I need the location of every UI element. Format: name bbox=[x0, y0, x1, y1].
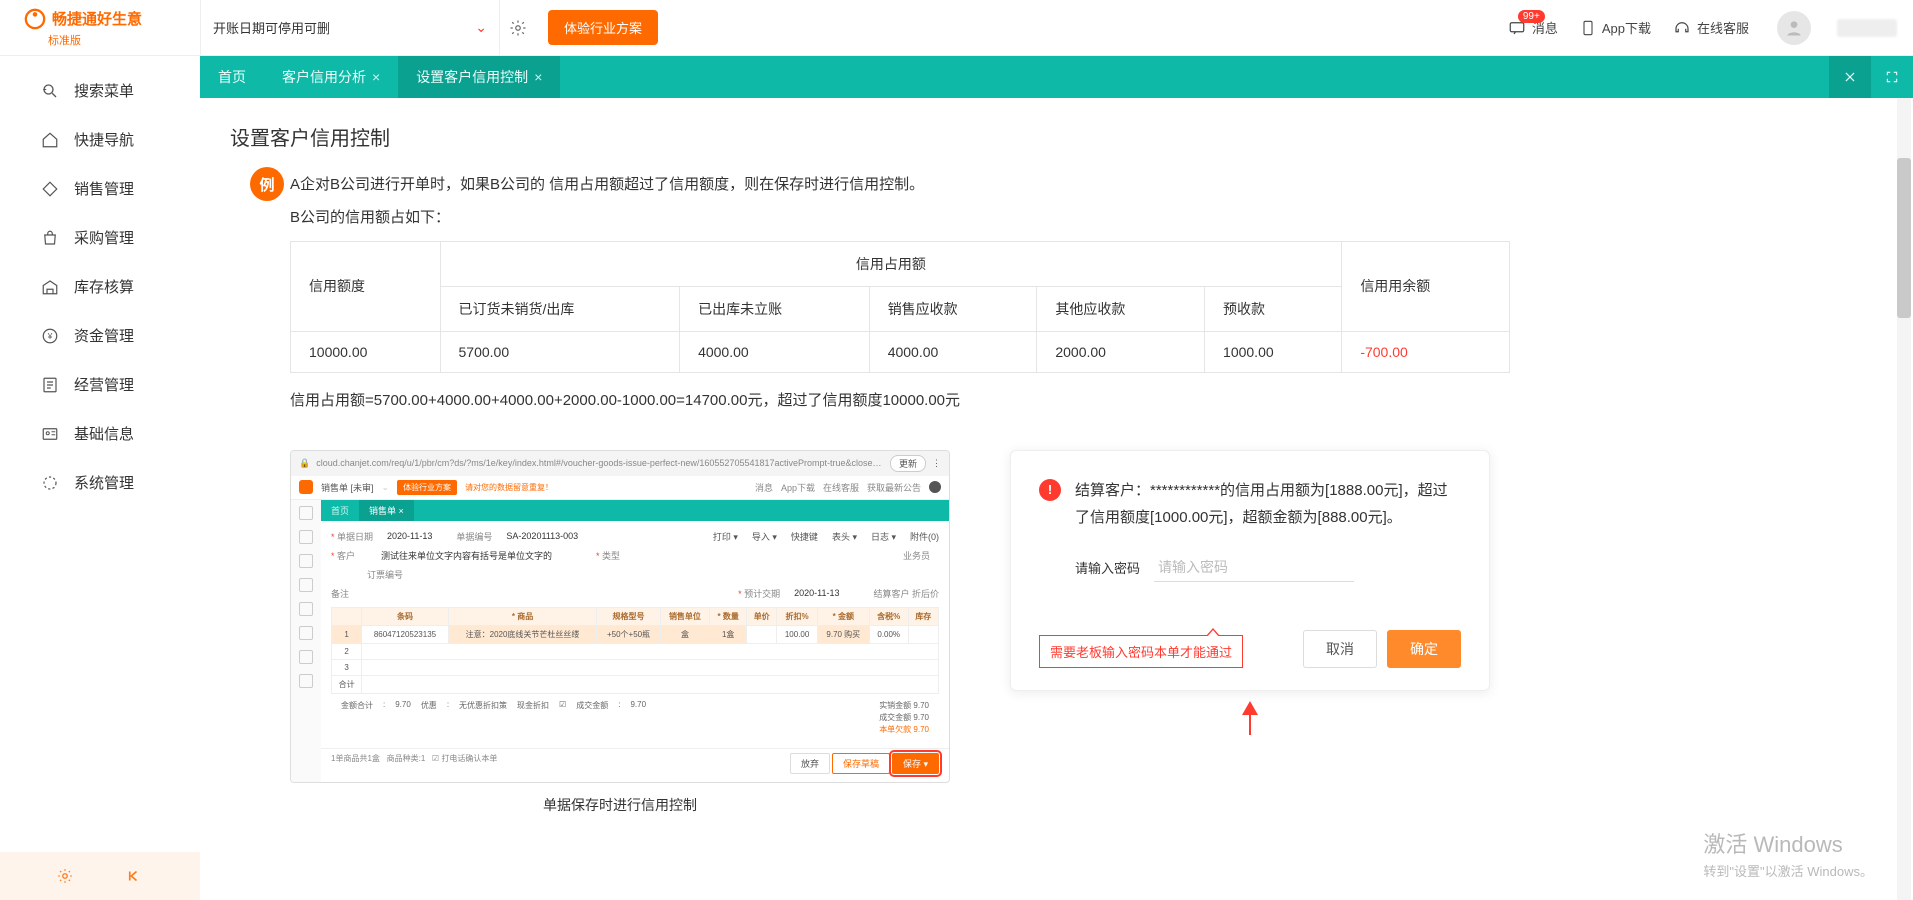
footer-collapse-button[interactable] bbox=[126, 869, 144, 883]
example-description: A企对B公司进行开单时，如果B公司的 信用占用额超过了信用额度，则在保存时进行信… bbox=[290, 171, 1853, 200]
menu-icon: ⋮ bbox=[932, 458, 941, 469]
arrow-icon bbox=[1242, 701, 1258, 715]
credit-formula: 信用占用额=5700.00+4000.00+4000.00+2000.00-10… bbox=[290, 389, 1853, 410]
page-title: 设置客户信用控制 bbox=[230, 122, 1883, 151]
sidebar-item-label: 基础信息 bbox=[74, 423, 134, 444]
password-callout: 需要老板输入密码本单才能通过 bbox=[1039, 635, 1243, 668]
sidebar-item-basicinfo[interactable]: 基础信息 bbox=[0, 409, 200, 458]
sidebar-item-label: 销售管理 bbox=[74, 178, 134, 199]
sidebar-item-label: 快捷导航 bbox=[74, 129, 134, 150]
th-credit-occupy: 信用占用额 bbox=[440, 241, 1342, 286]
headset-icon bbox=[1673, 19, 1691, 37]
brand-name: 畅捷通好生意 bbox=[52, 8, 142, 29]
app-download-button[interactable]: App下载 bbox=[1580, 18, 1651, 37]
sidebar-item-search[interactable]: 搜索菜单 bbox=[0, 66, 200, 115]
warehouse-icon bbox=[40, 277, 60, 297]
cancel-button[interactable]: 取消 bbox=[1303, 630, 1377, 668]
logo: 畅捷通好生意 标准版 bbox=[0, 8, 200, 48]
th-credit-remain: 信用用余额 bbox=[1342, 241, 1510, 331]
close-icon[interactable]: × bbox=[372, 69, 380, 85]
tag-icon bbox=[40, 179, 60, 199]
mini-logo-icon bbox=[299, 480, 313, 494]
scrollbar-thumb[interactable] bbox=[1897, 158, 1911, 318]
example-section: 例 A企对B公司进行开单时，如果B公司的 信用占用额超过了信用额度，则在保存时进… bbox=[230, 171, 1883, 845]
th-col: 已订货未销货/出库 bbox=[440, 286, 680, 331]
sidebar-item-operation[interactable]: 经营管理 bbox=[0, 360, 200, 409]
th-credit-limit: 信用额度 bbox=[291, 241, 441, 331]
sidebar-item-quicknav[interactable]: 快捷导航 bbox=[0, 115, 200, 164]
money-icon: ¥ bbox=[40, 326, 60, 346]
table-row: 10000.00 5700.00 4000.00 4000.00 2000.00… bbox=[291, 331, 1510, 372]
dialog-message: 结算客户：************的信用占用额为[1888.00元]，超过了信用… bbox=[1075, 477, 1461, 531]
sidebar-item-purchase[interactable]: 采购管理 bbox=[0, 213, 200, 262]
sidebar: 搜索菜单 快捷导航 销售管理 采购管理 库存核算 ¥ 资金管理 bbox=[0, 56, 200, 900]
mini-screenshot: 🔒 cloud.chanjet.com/req/u/1/pbr/cm?ds/?m… bbox=[290, 450, 950, 783]
warning-icon: ! bbox=[1039, 479, 1061, 501]
messages-badge: 99+ bbox=[1518, 10, 1545, 23]
tab-home[interactable]: 首页 bbox=[200, 56, 264, 98]
footer-gear-button[interactable] bbox=[56, 867, 74, 885]
messages-button[interactable]: 消息 99+ bbox=[1508, 18, 1558, 37]
example-subtitle: B公司的信用额占如下： bbox=[290, 206, 1853, 227]
sidebar-item-label: 资金管理 bbox=[74, 325, 134, 346]
sidebar-item-system[interactable]: 系统管理 bbox=[0, 458, 200, 507]
sidebar-item-label: 系统管理 bbox=[74, 472, 134, 493]
windows-watermark: 激活 Windows 转到"设置"以激活 Windows。 bbox=[1703, 827, 1873, 880]
sidebar-item-label: 采购管理 bbox=[74, 227, 134, 248]
card-icon bbox=[40, 424, 60, 444]
lock-icon: 🔒 bbox=[299, 458, 310, 469]
tab-bar: 首页 客户信用分析× 设置客户信用控制× bbox=[200, 56, 1913, 98]
tab-fullscreen-button[interactable] bbox=[1871, 56, 1913, 98]
bag-icon bbox=[40, 228, 60, 248]
th-col: 销售应收款 bbox=[869, 286, 1037, 331]
tab-credit-control[interactable]: 设置客户信用控制× bbox=[398, 56, 560, 98]
th-col: 其他应收款 bbox=[1037, 286, 1205, 331]
example-badge: 例 bbox=[250, 167, 284, 201]
ring-icon bbox=[40, 473, 60, 493]
sidebar-item-inventory[interactable]: 库存核算 bbox=[0, 262, 200, 311]
username[interactable] bbox=[1837, 19, 1897, 37]
ok-button[interactable]: 确定 bbox=[1387, 630, 1461, 668]
sidebar-item-label: 搜索菜单 bbox=[74, 80, 134, 101]
svg-text:¥: ¥ bbox=[47, 332, 53, 341]
password-input[interactable] bbox=[1154, 553, 1354, 582]
th-col: 预收款 bbox=[1205, 286, 1342, 331]
settings-gear-button[interactable] bbox=[500, 19, 536, 37]
user-icon bbox=[1784, 18, 1804, 38]
close-icon[interactable]: × bbox=[534, 69, 542, 85]
search-icon bbox=[40, 81, 60, 101]
home-icon bbox=[40, 130, 60, 150]
phone-icon bbox=[1580, 19, 1596, 37]
sidebar-item-label: 库存核算 bbox=[74, 276, 134, 297]
th-col: 已出库未立账 bbox=[680, 286, 870, 331]
experience-industry-button[interactable]: 体验行业方案 bbox=[548, 10, 658, 45]
credit-control-dialog: ! 结算客户：************的信用占用额为[1888.00元]，超过了… bbox=[1010, 450, 1490, 691]
gear-icon bbox=[509, 19, 527, 37]
illustration-caption: 单据保存时进行信用控制 bbox=[290, 795, 950, 815]
tab-credit-analysis[interactable]: 客户信用分析× bbox=[264, 56, 398, 98]
chevron-down-icon: ⌄ bbox=[475, 19, 487, 36]
sidebar-item-label: 经营管理 bbox=[74, 374, 134, 395]
password-label: 请输入密码 bbox=[1075, 558, 1140, 577]
account-dropdown[interactable]: 开账日期可停用可删 ⌄ bbox=[200, 0, 500, 55]
report-icon bbox=[40, 375, 60, 395]
avatar[interactable] bbox=[1777, 11, 1811, 45]
sidebar-item-funds[interactable]: ¥ 资金管理 bbox=[0, 311, 200, 360]
tab-close-all-button[interactable] bbox=[1829, 56, 1871, 98]
credit-table: 信用额度 信用占用额 信用用余额 已订货未销货/出库 已出库未立账 销售应收款 … bbox=[290, 241, 1510, 373]
brand-icon bbox=[24, 8, 46, 30]
brand-edition: 标准版 bbox=[48, 32, 81, 48]
sidebar-item-sales[interactable]: 销售管理 bbox=[0, 164, 200, 213]
online-service-button[interactable]: 在线客服 bbox=[1673, 18, 1749, 37]
